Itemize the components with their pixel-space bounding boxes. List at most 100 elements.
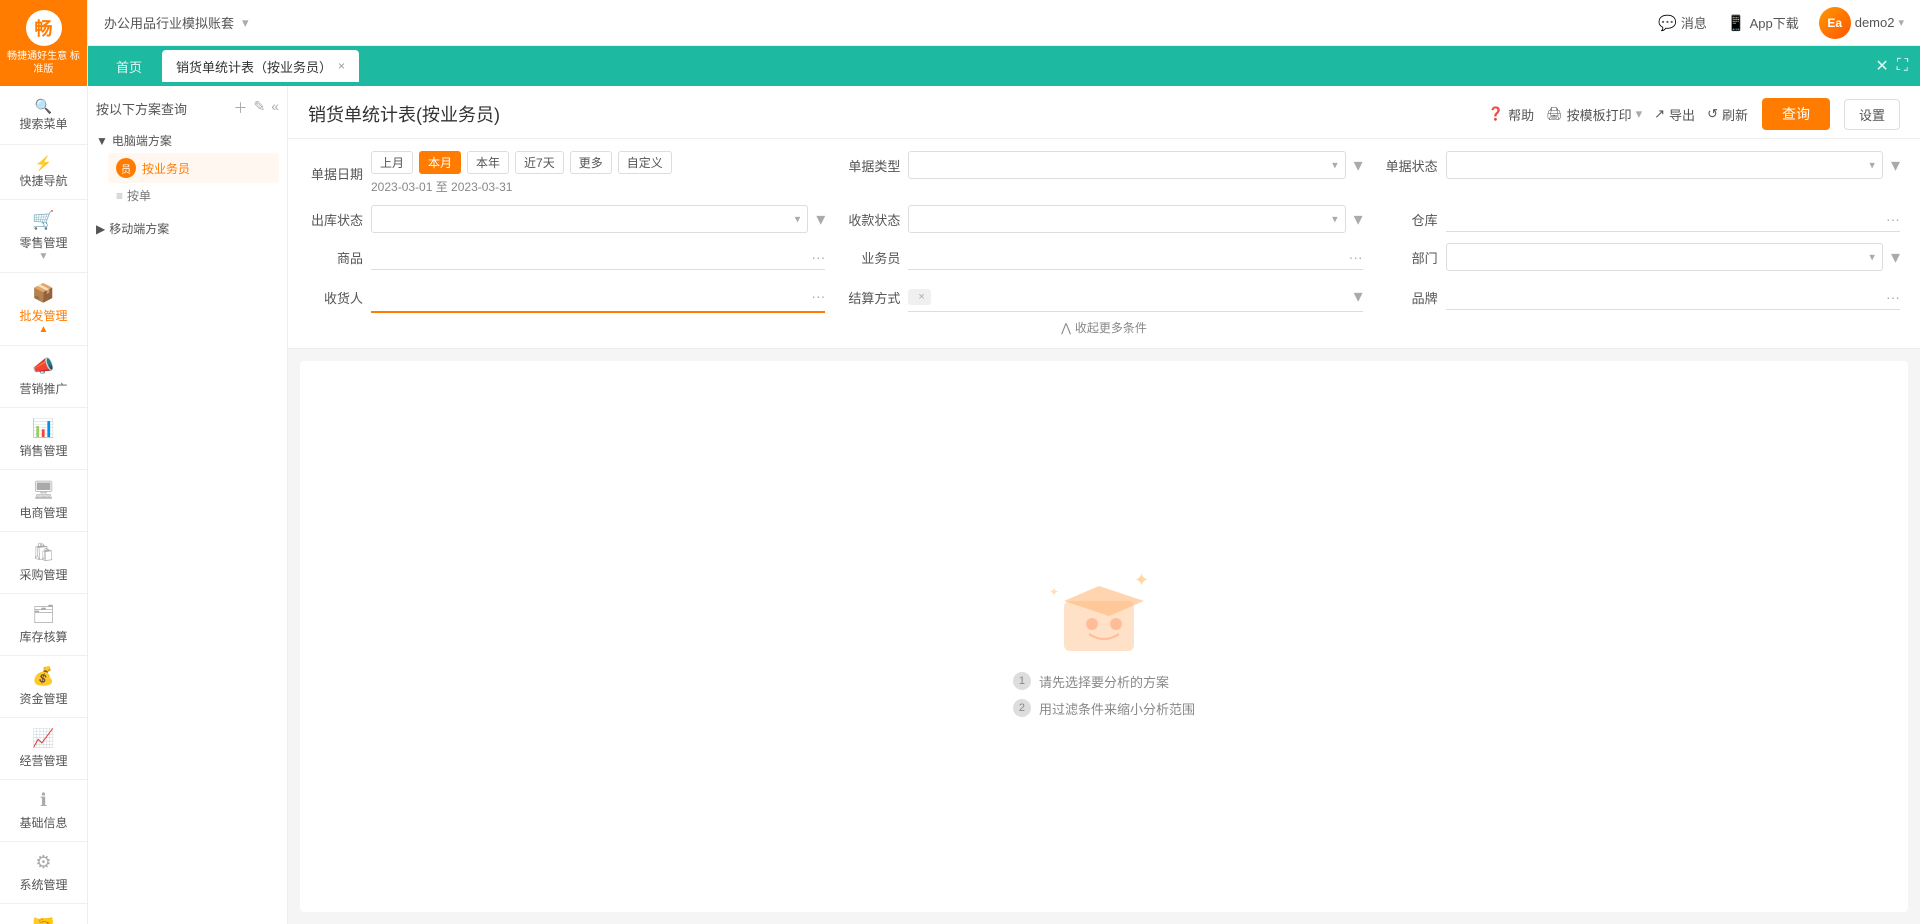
home-tab-label: 首页	[116, 60, 142, 75]
message-label: 消息	[1681, 13, 1707, 32]
sidebar-item-inventory[interactable]: 🗂 库存核算	[0, 594, 87, 656]
sidebar-item-wholesale[interactable]: 📦 批发管理 ▲	[0, 273, 87, 346]
tab-home[interactable]: 首页	[100, 57, 158, 76]
finance-icon: 💰	[32, 666, 54, 687]
scheme-desktop-title[interactable]: ▼ 电脑端方案	[96, 128, 279, 153]
receiver-label: 收货人	[308, 288, 363, 307]
message-btn[interactable]: 💬 消息	[1658, 13, 1707, 32]
tab-active[interactable]: 销货单统计表（按业务员） ×	[162, 50, 359, 82]
date-last-month[interactable]: 上月	[371, 151, 413, 174]
sidebar-item-marketing[interactable]: 📣 营销推广	[0, 346, 87, 408]
sidebar-item-purchase[interactable]: 🛍 采购管理	[0, 532, 87, 594]
settle-dropdown-icon: ▾	[1354, 286, 1363, 307]
user-dropdown-icon: ▾	[1898, 16, 1904, 29]
page-title: 销货单统计表(按业务员)	[308, 101, 500, 127]
order-status-wrapper	[1446, 151, 1883, 179]
query-btn[interactable]: 查询	[1762, 98, 1830, 130]
account-dropdown-icon[interactable]: ▾	[242, 15, 249, 31]
scheme-desktop-label: 电脑端方案	[112, 132, 172, 149]
sidebar-item-system[interactable]: ⚙ 系统管理	[0, 842, 87, 904]
user-menu[interactable]: Ea demo2 ▾	[1819, 7, 1904, 39]
scheme-sub-item-order[interactable]: ≡ 按单	[96, 183, 279, 208]
scheme-item-salesman[interactable]: 员 按业务员	[108, 153, 279, 183]
date-more[interactable]: 更多	[570, 151, 612, 174]
print-label: 按模板打印	[1567, 105, 1632, 124]
tab-close-all-btn[interactable]: ✕	[1875, 56, 1888, 76]
goods-dots-btn[interactable]: ···	[811, 249, 825, 265]
tab-close-btn[interactable]: ×	[338, 59, 345, 73]
brand-label: 品牌	[1383, 288, 1438, 307]
receiver-text-input[interactable]	[371, 285, 811, 307]
settings-btn[interactable]: 设置	[1844, 99, 1900, 130]
date-custom[interactable]: 自定义	[618, 151, 672, 174]
sidebar-item-finance[interactable]: 💰 资金管理	[0, 656, 87, 718]
collapse-row: ⋀ 收起更多条件	[308, 319, 1900, 336]
date-this-month[interactable]: 本月	[419, 151, 461, 174]
settle-tag-close[interactable]: ×	[918, 291, 924, 303]
date-this-year[interactable]: 本年	[467, 151, 509, 174]
empty-illustration: ✦ ✦	[1044, 556, 1164, 656]
sidebar-item-ecommerce[interactable]: 🖥 电商管理	[0, 470, 87, 532]
hint-item-1: 1 请先选择要分析的方案	[1013, 672, 1195, 691]
salesman-dots-btn[interactable]: ···	[1349, 249, 1363, 265]
left-panel-icons: ＋ ✎ «	[233, 98, 279, 118]
marketing-icon: 📣	[32, 356, 54, 377]
filter-area: 单据日期 上月 本月 本年 近7天 更多 自定义 2023-03-01 至 20…	[288, 139, 1920, 349]
tab-maximize-btn[interactable]: ⛶	[1897, 57, 1908, 75]
out-status-icon: ▾	[816, 209, 825, 230]
settle-tag: ×	[908, 289, 930, 305]
order-type-select[interactable]	[908, 151, 1345, 179]
sidebar-search-menu[interactable]: 🔍 搜索菜单	[0, 86, 87, 145]
goods-label: 商品	[308, 248, 363, 267]
help-btn[interactable]: ❓ 帮助	[1488, 105, 1534, 124]
print-btn[interactable]: 🖨 按模板打印 ▾	[1546, 105, 1642, 124]
svg-text:✦: ✦	[1134, 570, 1149, 590]
collapse-panel-btn[interactable]: «	[271, 98, 279, 118]
scheme-salesman-label: 按业务员	[142, 160, 190, 177]
date-last-7[interactable]: 近7天	[515, 151, 564, 174]
sidebar-item-operations[interactable]: 📈 经营管理	[0, 718, 87, 780]
sidebar-ecommerce-label: 电商管理	[19, 504, 67, 521]
edit-scheme-btn[interactable]: ✎	[253, 98, 265, 118]
sidebar-item-sales[interactable]: 📊 销售管理	[0, 408, 87, 470]
refresh-btn[interactable]: ↺ 刷新	[1707, 105, 1748, 124]
query-label: 查询	[1782, 106, 1810, 122]
order-status-down-icon: ▾	[1891, 155, 1900, 176]
sidebar-item-basic[interactable]: ℹ 基础信息	[0, 780, 87, 842]
sidebar-quicknav-label: 快捷导航	[5, 172, 82, 189]
sidebar-quick-nav[interactable]: ⚡ 快捷导航	[0, 145, 87, 200]
export-btn[interactable]: ↗ 导出	[1654, 105, 1695, 124]
app-download-btn[interactable]: 📱 App下载	[1727, 13, 1799, 32]
collapse-up-icon: ⋀	[1061, 321, 1071, 335]
basic-icon: ℹ	[40, 790, 47, 811]
receiver-dots-btn[interactable]: ···	[811, 288, 825, 304]
collapse-btn[interactable]: ⋀ 收起更多条件	[1061, 319, 1147, 336]
dept-wrapper	[1446, 243, 1883, 271]
sidebar-sales-label: 销售管理	[19, 442, 67, 459]
left-panel: 按以下方案查询 ＋ ✎ « ▼ 电脑端方案 员 按业务员 ≡ 按单	[88, 86, 288, 924]
warehouse-dots-btn[interactable]: ···	[1886, 211, 1900, 227]
quick-nav-icon: ⚡	[5, 155, 82, 172]
sidebar-item-collab[interactable]: 🤝 企业协同	[0, 904, 87, 924]
settings-label: 设置	[1859, 108, 1885, 123]
warehouse-label: 仓库	[1383, 210, 1438, 229]
app-download-label: App下载	[1750, 13, 1799, 32]
left-panel-title: 按以下方案查询	[96, 99, 187, 118]
top-bar-left: 办公用品行业模拟账套 ▾	[104, 13, 249, 32]
out-status-select[interactable]	[371, 205, 808, 233]
brand-input: ···	[1446, 285, 1900, 310]
dept-select[interactable]	[1446, 243, 1883, 271]
date-shortcuts: 上月 本月 本年 近7天 更多 自定义	[371, 151, 672, 174]
sidebar-operations-label: 经营管理	[19, 752, 67, 769]
sidebar-item-retail[interactable]: 🛒 零售管理 ▼	[0, 200, 87, 273]
sidebar: 畅 畅捷通好生意 标准版 🔍 搜索菜单 ⚡ 快捷导航 🛒 零售管理 ▼ 📦 批发…	[0, 0, 88, 924]
page-header-right: ❓ 帮助 🖨 按模板打印 ▾ ↗ 导出 ↺	[1488, 98, 1900, 130]
add-scheme-btn[interactable]: ＋	[233, 98, 247, 118]
left-panel-header: 按以下方案查询 ＋ ✎ «	[96, 98, 279, 118]
brand-dots-btn[interactable]: ···	[1886, 289, 1900, 305]
collect-status-select[interactable]	[908, 205, 1345, 233]
search-icon: 🔍	[5, 98, 82, 115]
receiver-input[interactable]: ···	[371, 281, 825, 313]
order-status-select[interactable]	[1446, 151, 1883, 179]
scheme-mobile-title[interactable]: ▶ 移动端方案	[96, 216, 279, 241]
